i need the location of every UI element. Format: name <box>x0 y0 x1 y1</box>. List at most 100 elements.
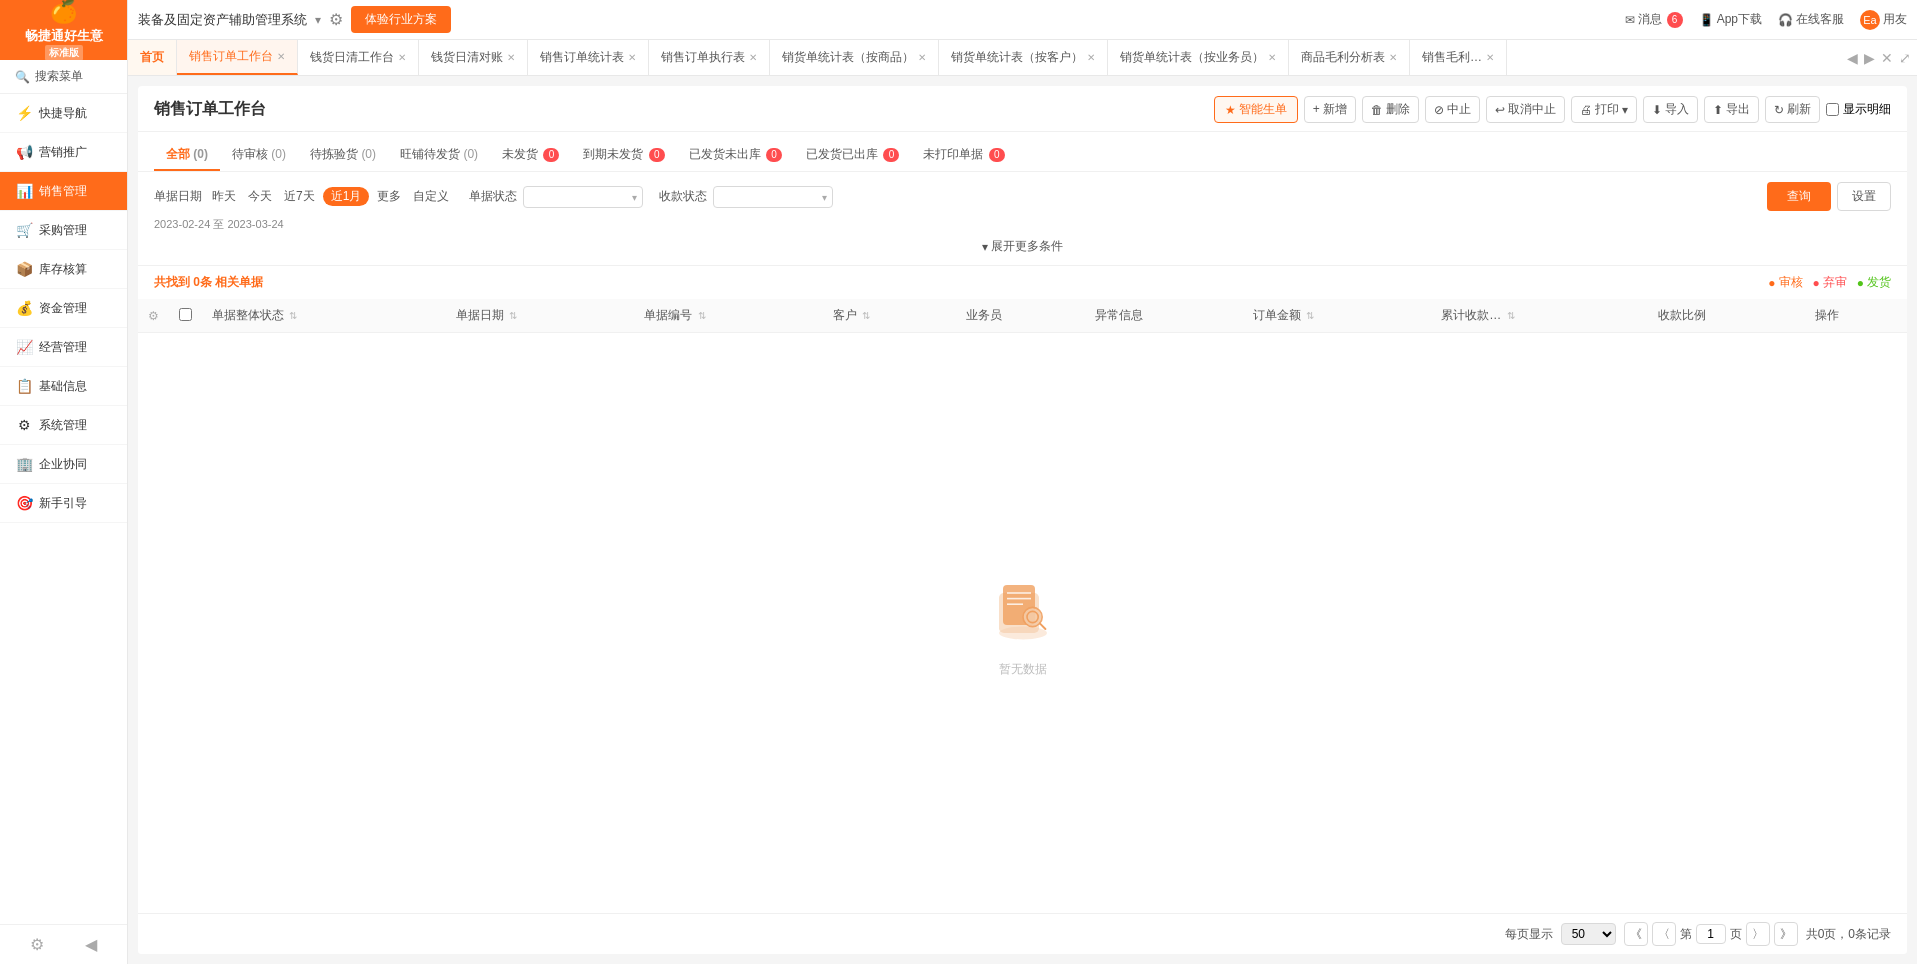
tab-margin-analysis-close[interactable]: ✕ <box>1389 52 1397 63</box>
sub-tab-shipped-out[interactable]: 已发货已出库 0 <box>794 140 911 171</box>
page-last-btn[interactable]: 》 <box>1774 922 1798 946</box>
sidebar-item-inventory[interactable]: 📦 库存核算 <box>0 250 127 289</box>
sidebar-item-guide[interactable]: 🎯 新手引导 <box>0 484 127 523</box>
table-ship-btn[interactable]: ● 发货 <box>1857 274 1891 291</box>
tab-sales-report-staff-close[interactable]: ✕ <box>1268 52 1276 63</box>
sub-tab-pending-review[interactable]: 待审核 (0) <box>220 140 298 171</box>
sidebar-settings-icon[interactable]: ⚙ <box>30 935 44 954</box>
filter-date-last1m[interactable]: 近1月 <box>323 187 370 206</box>
table-revoke-btn[interactable]: ● 弃审 <box>1813 274 1847 291</box>
sidebar-item-quick-nav[interactable]: ⚡ 快捷导航 <box>0 94 127 133</box>
sub-tab-not-printed[interactable]: 未打印单据 0 <box>911 140 1016 171</box>
sub-tab-all[interactable]: 全部 (0) <box>154 140 220 171</box>
tab-sales-exec[interactable]: 销售订单执行表 ✕ <box>649 40 770 75</box>
tab-sales-report-product[interactable]: 销货单统计表（按商品） ✕ <box>770 40 939 75</box>
select-all-checkbox[interactable] <box>179 308 192 321</box>
tab-sales-workbench-close[interactable]: ✕ <box>277 51 285 62</box>
sub-tab-wangpu-pending[interactable]: 旺铺待发货 (0) <box>388 140 490 171</box>
page-size-select[interactable]: 50 10 20 100 <box>1561 923 1616 945</box>
tab-sales-stats[interactable]: 销售订单统计表 ✕ <box>528 40 649 75</box>
sidebar-item-basic-info[interactable]: 📋 基础信息 <box>0 367 127 406</box>
show-detail-label[interactable]: 显示明细 <box>1826 101 1891 118</box>
smart-bill-btn[interactable]: ★ 智能生单 <box>1214 96 1298 123</box>
sub-tab-pending-check[interactable]: 待拣验货 (0) <box>298 140 388 171</box>
sidebar-item-search[interactable]: 🔍 搜索菜单 <box>0 60 127 94</box>
tab-sales-report-product-close[interactable]: ✕ <box>918 52 926 63</box>
sidebar-item-operations[interactable]: 📈 经营管理 <box>0 328 127 367</box>
logo: 🍊 畅捷通好生意 标准版 <box>0 0 127 60</box>
tab-sales-exec-close[interactable]: ✕ <box>749 52 757 63</box>
tab-home-label: 首页 <box>140 49 164 66</box>
filter-date-yesterday[interactable]: 昨天 <box>208 187 240 206</box>
filter-date-custom[interactable]: 自定义 <box>409 187 453 206</box>
filter-date-more[interactable]: 更多 <box>373 187 405 206</box>
tab-cash-daily[interactable]: 钱货日清工作台 ✕ <box>298 40 419 75</box>
online-service-btn[interactable]: 🎧 在线客服 <box>1778 11 1844 28</box>
sub-tab-shipped-not-in[interactable]: 已发货未出库 0 <box>677 140 794 171</box>
expand-icon[interactable]: ▾ <box>315 13 321 27</box>
col-settings[interactable]: ⚙ <box>138 299 169 333</box>
sidebar-item-marketing[interactable]: 📢 营销推广 <box>0 133 127 172</box>
sort-number-icon: ⇅ <box>698 310 706 321</box>
filter-status-label: 单据状态 <box>469 188 517 205</box>
tab-cash-ledger-close[interactable]: ✕ <box>507 52 515 63</box>
filter-date-last7[interactable]: 近7天 <box>280 187 319 206</box>
tab-close-all-icon[interactable]: ✕ <box>1881 50 1893 66</box>
industry-btn[interactable]: 体验行业方案 <box>351 6 451 33</box>
tab-sales-more[interactable]: 销售毛利… ✕ <box>1410 40 1507 75</box>
filter-payment-select[interactable] <box>713 186 833 208</box>
filter-expand-btn[interactable]: ▾ 展开更多条件 <box>982 238 1063 255</box>
sub-tab-overdue-not-shipped[interactable]: 到期未发货 0 <box>571 140 676 171</box>
tab-next-icon[interactable]: ▶ <box>1864 50 1875 66</box>
sidebar-item-enterprise[interactable]: 🏢 企业协同 <box>0 445 127 484</box>
new-btn[interactable]: + 新增 <box>1304 96 1356 123</box>
print-btn[interactable]: 🖨 打印 ▾ <box>1571 96 1637 123</box>
page-next-btn[interactable]: 〉 <box>1746 922 1770 946</box>
tab-prev-icon[interactable]: ◀ <box>1847 50 1858 66</box>
export-btn[interactable]: ⬆ 导出 <box>1704 96 1759 123</box>
filter-status-select[interactable] <box>523 186 643 208</box>
sidebar-collapse-icon[interactable]: ◀ <box>85 935 97 954</box>
tab-sales-report-customer[interactable]: 销货单统计表（按客户） ✕ <box>939 40 1108 75</box>
tab-sales-report-staff[interactable]: 销货单统计表（按业务员） ✕ <box>1108 40 1289 75</box>
import-btn[interactable]: ⬇ 导入 <box>1643 96 1698 123</box>
tab-home[interactable]: 首页 <box>128 40 177 75</box>
message-label: 消息 <box>1638 11 1662 28</box>
work-card: 销售订单工作台 ★ 智能生单 + 新增 🗑 删除 ⊘ 中止 <box>138 86 1907 954</box>
main-area: 装备及固定资产辅助管理系统 ▾ ⚙ 体验行业方案 ✉ 消息 6 📱 App下载 … <box>128 0 1917 964</box>
sidebar-item-purchase[interactable]: 🛒 采购管理 <box>0 211 127 250</box>
app-settings-icon[interactable]: ⚙ <box>329 10 343 29</box>
stop-btn[interactable]: ⊘ 中止 <box>1425 96 1480 123</box>
query-btn[interactable]: 查询 <box>1767 182 1831 211</box>
sub-tab-all-label: 全部 <box>166 147 190 161</box>
message-btn[interactable]: ✉ 消息 6 <box>1625 11 1683 28</box>
topbar-left: 装备及固定资产辅助管理系统 ▾ ⚙ 体验行业方案 <box>138 6 451 33</box>
tab-cash-daily-close[interactable]: ✕ <box>398 52 406 63</box>
app-download-btn[interactable]: 📱 App下载 <box>1699 11 1762 28</box>
sub-tab-not-shipped[interactable]: 未发货 0 <box>490 140 571 171</box>
delete-label: 删除 <box>1386 101 1410 118</box>
refresh-btn[interactable]: ↻ 刷新 <box>1765 96 1820 123</box>
page-num-input[interactable] <box>1696 924 1726 944</box>
tab-sales-stats-close[interactable]: ✕ <box>628 52 636 63</box>
sidebar-item-system[interactable]: ⚙ 系统管理 <box>0 406 127 445</box>
filter-date-today[interactable]: 今天 <box>244 187 276 206</box>
import-icon: ⬇ <box>1652 103 1662 117</box>
page-first-btn[interactable]: 《 <box>1624 922 1648 946</box>
cancel-stop-btn[interactable]: ↩ 取消中止 <box>1486 96 1565 123</box>
phone-icon: 📱 <box>1699 13 1714 27</box>
tab-sales-report-customer-close[interactable]: ✕ <box>1087 52 1095 63</box>
tab-margin-analysis[interactable]: 商品毛利分析表 ✕ <box>1289 40 1410 75</box>
delete-btn[interactable]: 🗑 删除 <box>1362 96 1419 123</box>
tab-cash-ledger[interactable]: 钱货日清对账 ✕ <box>419 40 528 75</box>
show-detail-checkbox[interactable] <box>1826 103 1839 116</box>
sidebar-item-finance[interactable]: 💰 资金管理 <box>0 289 127 328</box>
table-audit-btn[interactable]: ● 审核 <box>1768 274 1802 291</box>
tab-sales-more-close[interactable]: ✕ <box>1486 52 1494 63</box>
user-btn[interactable]: Ea 用友 <box>1860 10 1907 30</box>
tab-maximize-icon[interactable]: ⤢ <box>1899 50 1911 66</box>
page-prev-btn[interactable]: 〈 <box>1652 922 1676 946</box>
sidebar-item-sales[interactable]: 📊 销售管理 <box>0 172 127 211</box>
filter-settings-btn[interactable]: 设置 <box>1837 182 1891 211</box>
tab-sales-workbench[interactable]: 销售订单工作台 ✕ <box>177 40 298 75</box>
